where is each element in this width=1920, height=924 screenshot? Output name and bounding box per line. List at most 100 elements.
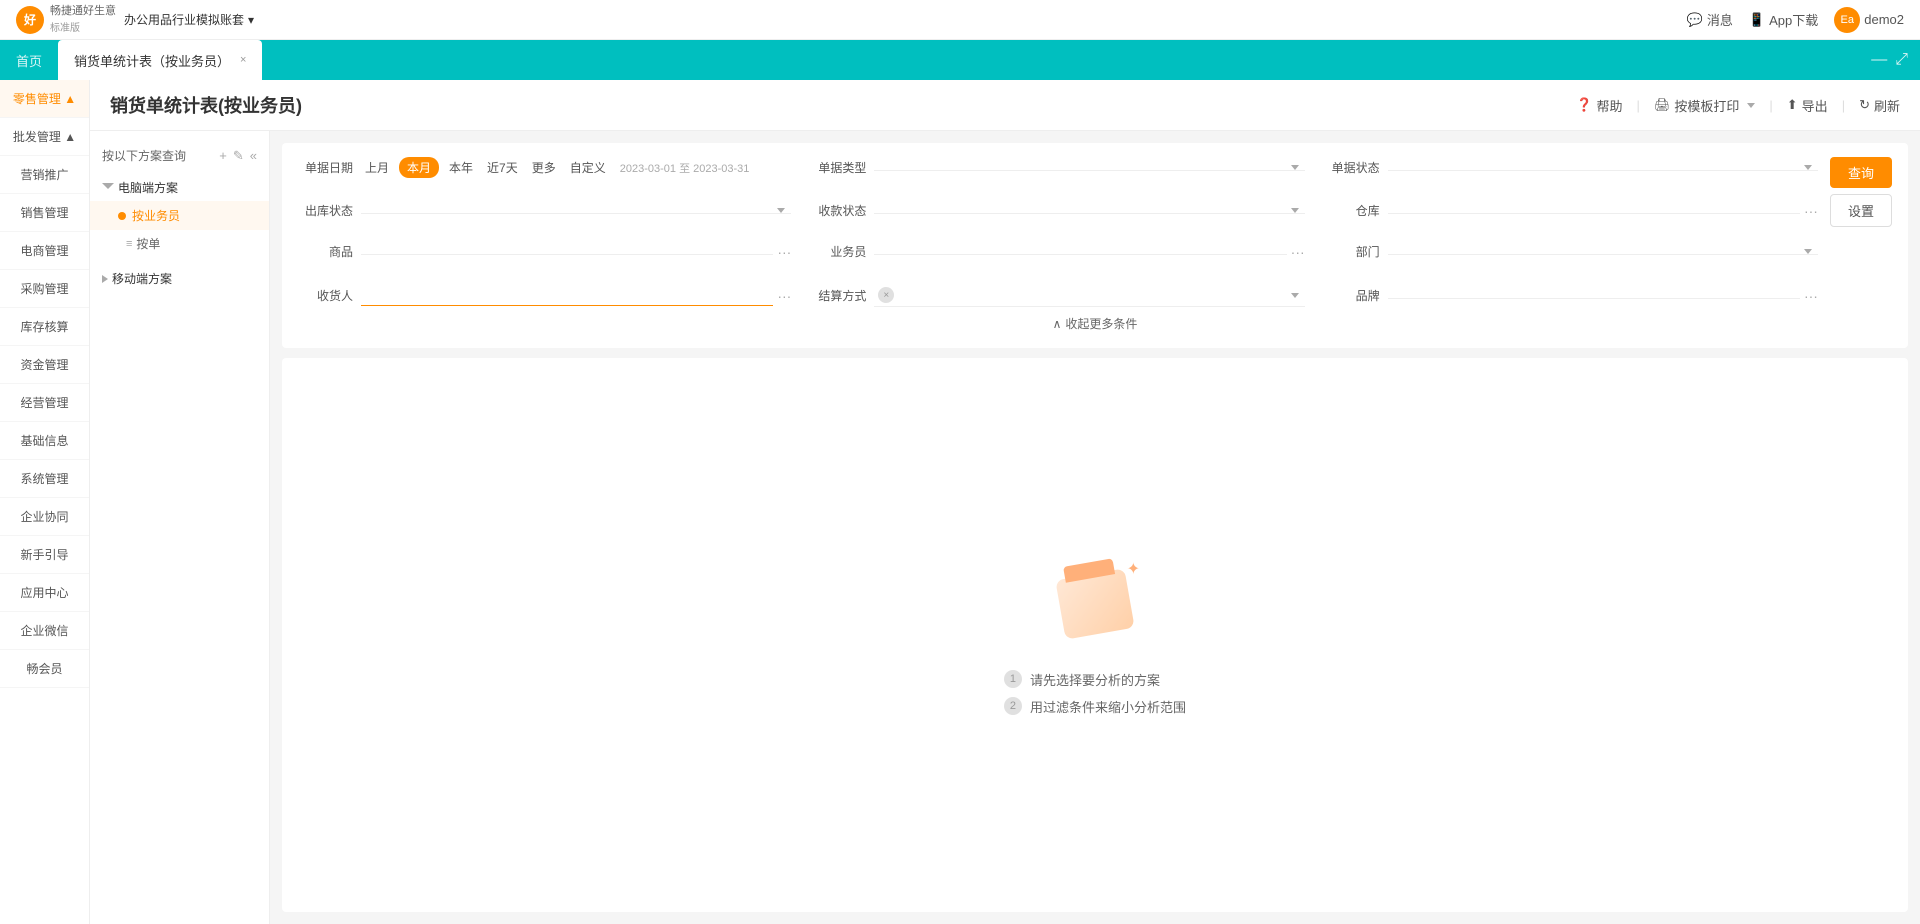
left-panel-header: 按以下方案查询 + ✎ « bbox=[90, 141, 269, 170]
filter-field-dept: 部门 bbox=[1325, 243, 1818, 260]
sidebar-item-marketing[interactable]: 营销推广 bbox=[0, 156, 89, 194]
filter-card: 单据日期 上月 本月 本年 近7天 更多 自定义 2023-03-01 至 20… bbox=[282, 143, 1908, 348]
sidebar-item-wechat[interactable]: 企业微信 bbox=[0, 612, 89, 650]
receiptstatus-input[interactable] bbox=[874, 207, 1304, 214]
filter-field-warehouse: 仓库 ··· bbox=[1325, 202, 1818, 219]
computer-expand-icon bbox=[102, 183, 114, 193]
print-button[interactable]: 🖨 按模板打印 bbox=[1654, 96, 1756, 115]
sidebar-item-retail[interactable]: 零售管理 ▲ bbox=[0, 80, 89, 118]
sidebar-item-operations[interactable]: 经营管理 bbox=[0, 384, 89, 422]
tab-home[interactable]: 首页 bbox=[0, 40, 58, 80]
logo-icon: 好 bbox=[16, 6, 44, 34]
sidebar-item-member[interactable]: 畅会员 bbox=[0, 650, 89, 688]
scheme-query-label: 按以下方案查询 bbox=[102, 147, 186, 164]
app-download-item[interactable]: 📱 App下载 bbox=[1749, 10, 1818, 29]
page-actions: ❓ 帮助 | 🖨 按模板打印 | ⬆ 导出 | ↻ 刷新 bbox=[1576, 96, 1900, 127]
receiver-input[interactable] bbox=[361, 285, 773, 306]
sidebar-item-system[interactable]: 系统管理 bbox=[0, 460, 89, 498]
dept-select[interactable] bbox=[1388, 248, 1818, 255]
sidebar-item-finance[interactable]: 资金管理 bbox=[0, 346, 89, 384]
sidebar-item-enterprise[interactable]: 企业协同 bbox=[0, 498, 89, 536]
query-button[interactable]: 查询 bbox=[1830, 157, 1892, 188]
warehouse-dots[interactable]: ··· bbox=[1804, 203, 1818, 219]
scheme-active-dot bbox=[118, 212, 126, 220]
sidebar-item-newbie[interactable]: 新手引导 bbox=[0, 536, 89, 574]
filter-field-docstatus: 单据状态 bbox=[1325, 159, 1818, 176]
scheme-item-salesman[interactable]: 按业务员 bbox=[90, 201, 269, 230]
collapse-label: 收起更多条件 bbox=[1065, 315, 1137, 332]
top-header-right: 💬 消息 📱 App下载 Ea demo2 bbox=[1687, 7, 1904, 33]
app-download-icon: 📱 bbox=[1749, 12, 1765, 28]
collapse-button[interactable]: ∧ 收起更多条件 bbox=[1053, 315, 1138, 332]
computer-scheme-title[interactable]: 电脑端方案 bbox=[90, 174, 269, 201]
scheme-collapse-icon[interactable]: « bbox=[250, 148, 257, 164]
date-btn-custom[interactable]: 自定义 bbox=[566, 157, 610, 178]
settings-button[interactable]: 设置 bbox=[1830, 194, 1892, 227]
sidebar-item-inventory[interactable]: 库存核算 bbox=[0, 308, 89, 346]
settle-label: 结算方式 bbox=[811, 287, 866, 304]
settle-clear-icon[interactable]: × bbox=[878, 287, 894, 303]
sidebar-item-ecommerce[interactable]: 电商管理 bbox=[0, 232, 89, 270]
top-header: 好 畅捷通好生意 标准版 办公用品行业模拟账套 ▾ 💬 消息 📱 App下载 E… bbox=[0, 0, 1920, 40]
brand-input[interactable] bbox=[1388, 292, 1800, 299]
breadcrumb: 办公用品行业模拟账套 ▾ bbox=[124, 11, 254, 28]
mobile-scheme-title[interactable]: 移动端方案 bbox=[90, 265, 269, 292]
salesman-dots[interactable]: ··· bbox=[1291, 244, 1305, 260]
brand-dots[interactable]: ··· bbox=[1804, 288, 1818, 304]
doctype-select[interactable] bbox=[874, 164, 1304, 171]
refresh-button[interactable]: ↻ 刷新 bbox=[1859, 96, 1900, 115]
outstatus-input[interactable] bbox=[361, 207, 791, 214]
sidebar-item-basics[interactable]: 基础信息 bbox=[0, 422, 89, 460]
logo-text: 畅捷通好生意 bbox=[50, 5, 116, 18]
scheme-edit-icon[interactable]: ✎ bbox=[233, 148, 244, 164]
goods-label: 商品 bbox=[298, 243, 353, 260]
warehouse-input[interactable] bbox=[1388, 207, 1800, 214]
date-btn-7days[interactable]: 近7天 bbox=[483, 157, 522, 178]
docstatus-input[interactable] bbox=[1388, 164, 1818, 171]
outstatus-select[interactable] bbox=[361, 207, 791, 214]
docstatus-label: 单据状态 bbox=[1325, 159, 1380, 176]
sidebar-item-appcenter[interactable]: 应用中心 bbox=[0, 574, 89, 612]
logo-tag: 标准版 bbox=[50, 19, 116, 34]
sidebar-item-wholesale[interactable]: 批发管理 ▲ bbox=[0, 118, 89, 156]
computer-scheme-group: 电脑端方案 按业务员 ≡ 按单 bbox=[90, 170, 269, 261]
refresh-icon: ↻ bbox=[1859, 97, 1870, 113]
goods-dots[interactable]: ··· bbox=[777, 244, 791, 260]
brand-label: 品牌 bbox=[1325, 287, 1380, 304]
tab-expand-icon[interactable]: ⤢ bbox=[1895, 51, 1908, 69]
scheme-add-icon[interactable]: + bbox=[219, 148, 227, 164]
receiptstatus-select[interactable] bbox=[874, 207, 1304, 214]
filter-field-receiver: 收货人 ··· bbox=[298, 285, 791, 306]
logo-area: 好 畅捷通好生意 标准版 bbox=[16, 5, 116, 33]
hint-num-1: 1 bbox=[1004, 670, 1022, 688]
date-btn-thisyear[interactable]: 本年 bbox=[445, 157, 477, 178]
export-button[interactable]: ⬆ 导出 bbox=[1787, 96, 1828, 115]
tab-minimize-icon[interactable]: — bbox=[1871, 51, 1887, 69]
receiptstatus-label: 收款状态 bbox=[811, 202, 866, 219]
message-item[interactable]: 💬 消息 bbox=[1687, 10, 1733, 29]
sidebar-item-sales[interactable]: 销售管理 bbox=[0, 194, 89, 232]
scheme-item-order[interactable]: ≡ 按单 bbox=[90, 230, 269, 257]
docstatus-select[interactable] bbox=[1388, 164, 1818, 171]
user-area[interactable]: Ea demo2 bbox=[1834, 7, 1904, 33]
help-label: 帮助 bbox=[1596, 96, 1622, 115]
filter-field-outstatus: 出库状态 bbox=[298, 202, 791, 219]
date-btn-lastmonth[interactable]: 上月 bbox=[361, 157, 393, 178]
date-btn-more[interactable]: 更多 bbox=[528, 157, 560, 178]
print-chevron-icon bbox=[1747, 103, 1755, 108]
scheme-tools: + ✎ « bbox=[219, 148, 257, 164]
page-area: 销货单统计表(按业务员) ❓ 帮助 | 🖨 按模板打印 | ⬆ 导出 | bbox=[90, 80, 1920, 924]
tab-close-icon[interactable]: × bbox=[240, 54, 246, 66]
goods-input[interactable] bbox=[361, 248, 773, 255]
dept-input[interactable] bbox=[1388, 248, 1818, 255]
salesman-input[interactable] bbox=[874, 248, 1286, 255]
logo-text-block: 畅捷通好生意 标准版 bbox=[50, 5, 116, 33]
empty-hints: 1 请先选择要分析的方案 2 用过滤条件来缩小分析范围 bbox=[1004, 670, 1186, 716]
doctype-input[interactable] bbox=[874, 164, 1304, 171]
help-button[interactable]: ❓ 帮助 bbox=[1576, 96, 1622, 115]
date-btn-thismonth[interactable]: 本月 bbox=[399, 157, 439, 178]
tab-current[interactable]: 销货单统计表（按业务员） × bbox=[58, 40, 262, 80]
sidebar-item-purchase[interactable]: 采购管理 bbox=[0, 270, 89, 308]
top-header-left: 好 畅捷通好生意 标准版 办公用品行业模拟账套 ▾ bbox=[16, 5, 254, 33]
receiver-dots[interactable]: ··· bbox=[777, 288, 791, 304]
